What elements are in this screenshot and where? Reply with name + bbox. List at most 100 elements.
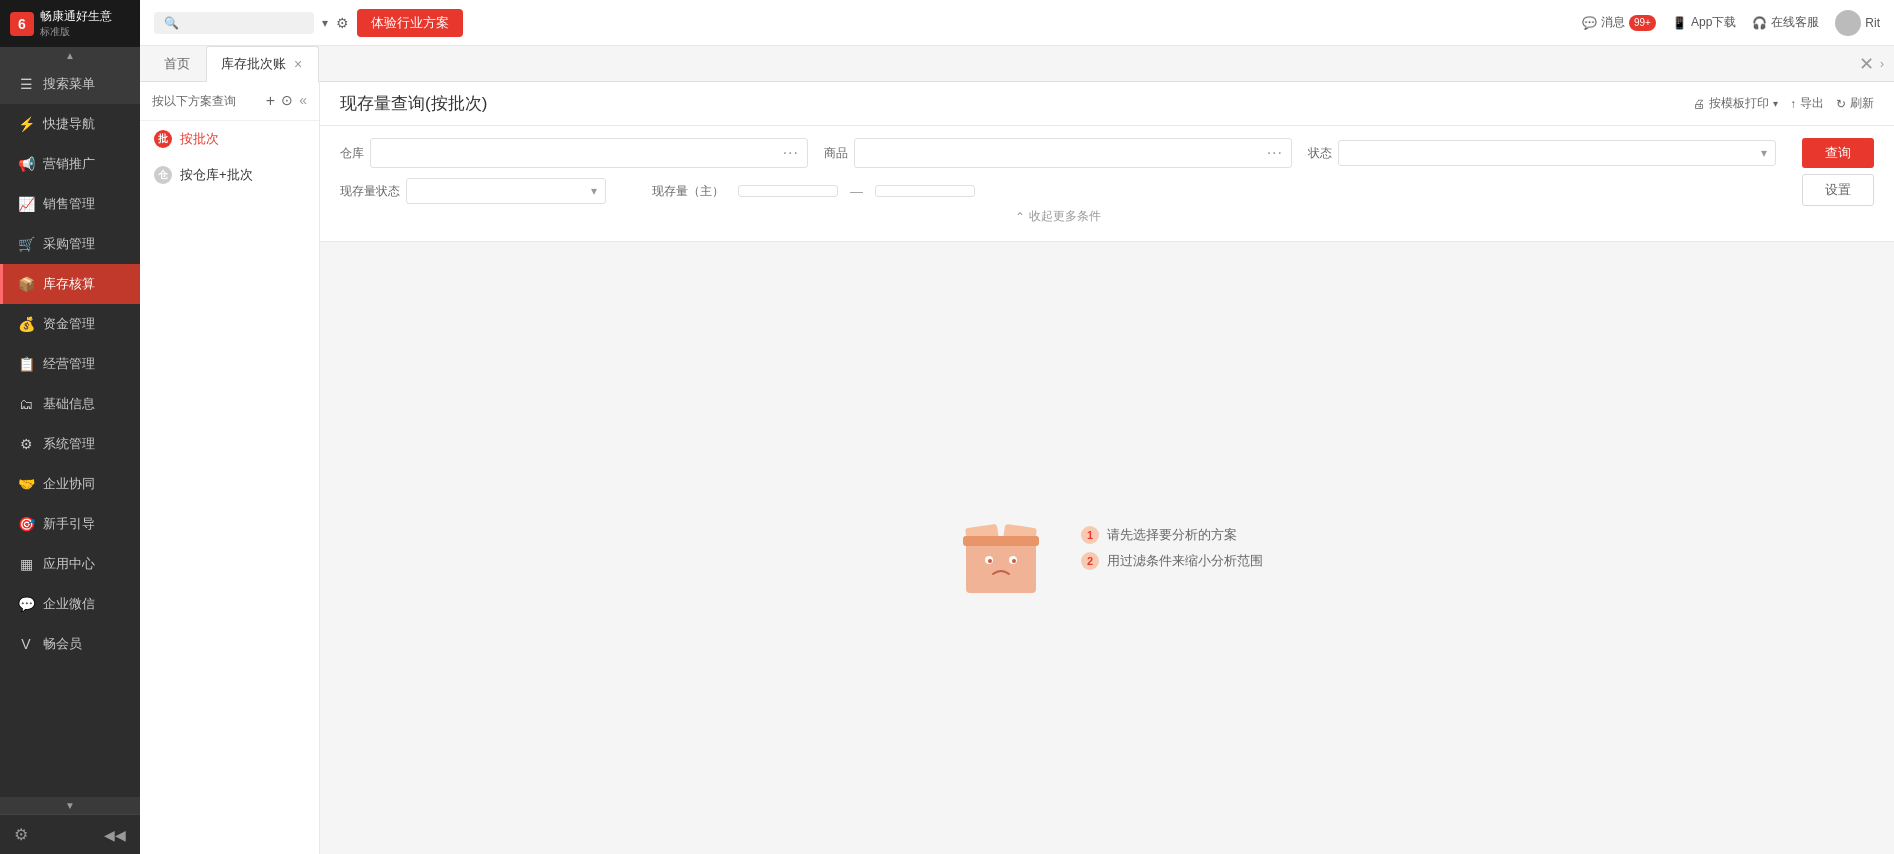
settings-btn[interactable]: 设置 xyxy=(1802,174,1874,206)
messages-badge: 99+ xyxy=(1629,15,1656,31)
messages-icon: 💬 xyxy=(1582,16,1597,30)
product-input[interactable]: ··· xyxy=(854,138,1292,168)
enterprise-icon: 🤝 xyxy=(17,475,35,493)
tip-num-2: 2 xyxy=(1081,552,1099,570)
collapse-left-panel-btn[interactable]: « xyxy=(299,92,307,110)
print-btn[interactable]: 🖨 按模板打印 ▾ xyxy=(1693,95,1778,112)
sidebar-item-enterprise[interactable]: 🤝 企业协同 xyxy=(0,464,140,504)
qty-separator: — xyxy=(850,184,863,199)
tab-close-btn[interactable]: × xyxy=(292,54,304,74)
avatar xyxy=(1835,10,1861,36)
scheme-item-batch[interactable]: 批 按批次 xyxy=(140,121,319,157)
close-panel-btn[interactable]: ✕ xyxy=(1859,53,1874,75)
topbar-gear-btn[interactable]: ⚙ xyxy=(336,15,349,31)
scheme-item-warehouse-batch[interactable]: 仓 按仓库+批次 xyxy=(140,157,319,193)
sidebar-item-inventory[interactable]: 📦 库存核算 xyxy=(0,264,140,304)
topbar-dropdown-btn[interactable]: ▾ xyxy=(322,16,328,30)
topbar-search-icon: 🔍 xyxy=(164,16,179,30)
user-avatar-btn[interactable]: Rit xyxy=(1835,10,1880,36)
sidebar-finance-label: 资金管理 xyxy=(43,315,95,333)
scheme-icon-batch: 批 xyxy=(154,130,172,148)
sidebar-footer: ⚙ ◀◀ xyxy=(0,814,140,854)
inventory-qty-to[interactable] xyxy=(875,185,975,197)
filter-area: 仓库 ··· 商品 ··· xyxy=(320,126,1894,242)
topbar: 🔍 ▾ ⚙ 体验行业方案 💬 消息 99+ 📱 App下载 🎧 在线客服 xyxy=(140,0,1894,46)
vip-icon: V xyxy=(17,635,35,653)
status-filter-label: 状态 xyxy=(1308,145,1332,162)
app-logo: 6 xyxy=(10,12,34,36)
tip-item-1: 1 请先选择要分析的方案 xyxy=(1081,526,1263,544)
newuser-icon: 🎯 xyxy=(17,515,35,533)
warehouse-input[interactable]: ··· xyxy=(370,138,808,168)
scroll-up-arrow[interactable]: ▲ xyxy=(0,47,140,64)
username-label: Rit xyxy=(1865,16,1880,30)
basic-icon: 🗂 xyxy=(17,395,35,413)
query-btn[interactable]: 查询 xyxy=(1802,138,1874,168)
panel-chevron-icon[interactable]: › xyxy=(1880,57,1884,71)
sidebar-item-marketing[interactable]: 📢 营销推广 xyxy=(0,144,140,184)
sidebar-header: 6 畅康通好生意 标准版 xyxy=(0,0,140,47)
wechat-icon: 💬 xyxy=(17,595,35,613)
add-scheme-btn[interactable]: + xyxy=(266,92,275,110)
status-select[interactable]: ▾ xyxy=(1338,140,1776,166)
finance-icon: 💰 xyxy=(17,315,35,333)
sidebar-item-wechat[interactable]: 💬 企业微信 xyxy=(0,584,140,624)
sidebar-item-vip[interactable]: V 畅会员 xyxy=(0,624,140,664)
action-btns: 查询 设置 xyxy=(1802,138,1874,206)
tip-text-1: 请先选择要分析的方案 xyxy=(1107,526,1237,544)
filter-product: 商品 ··· xyxy=(824,138,1292,168)
collapse-filter-icon: ⌃ xyxy=(1015,210,1025,224)
sidebar-item-quicknav[interactable]: ⚡ 快捷导航 xyxy=(0,104,140,144)
collapse-filter-btn[interactable]: ⌃ 收起更多条件 xyxy=(340,204,1776,233)
sidebar-item-sales[interactable]: 📈 销售管理 xyxy=(0,184,140,224)
content-area: 按以下方案查询 + ⊙ « 批 按批次 仓 按仓库+批次 xyxy=(140,82,1894,854)
scheme-label-batch: 按批次 xyxy=(180,130,219,148)
refresh-label: 刷新 xyxy=(1850,95,1874,112)
sidebar-item-appstore[interactable]: ▦ 应用中心 xyxy=(0,544,140,584)
app-name-block: 畅康通好生意 标准版 xyxy=(40,8,112,39)
tab-home[interactable]: 首页 xyxy=(150,46,204,82)
sidebar-wechat-label: 企业微信 xyxy=(43,595,95,613)
empty-illustration xyxy=(951,498,1051,598)
search-icon: ☰ xyxy=(17,75,35,93)
filter-inventory-status: 现存量状态 ▾ xyxy=(340,178,606,204)
filter-row-2: 现存量状态 ▾ 现存量（主） xyxy=(340,178,1776,204)
sidebar-operations-label: 经营管理 xyxy=(43,355,95,373)
collapse-filter-label: 收起更多条件 xyxy=(1029,208,1101,225)
sidebar-nav-list: ☰ 搜索菜单 ⚡ 快捷导航 📢 营销推广 📈 销售管理 🛒 采购管理 📦 库存核… xyxy=(0,64,140,797)
filter-inventory-qty: 现存量（主） — xyxy=(652,183,975,200)
sidebar-appstore-label: 应用中心 xyxy=(43,555,95,573)
sidebar-item-basic[interactable]: 🗂 基础信息 xyxy=(0,384,140,424)
sidebar-item-purchase[interactable]: 🛒 采购管理 xyxy=(0,224,140,264)
collapse-sidebar-icon[interactable]: ◀◀ xyxy=(104,827,126,843)
sidebar-item-search[interactable]: ☰ 搜索菜单 xyxy=(0,64,140,104)
tab-inventory-batch[interactable]: 库存批次账 × xyxy=(206,46,319,82)
operations-icon: 📋 xyxy=(17,355,35,373)
scroll-down-arrow[interactable]: ▼ xyxy=(0,797,140,814)
svg-rect-3 xyxy=(963,536,1039,546)
settings-footer-icon[interactable]: ⚙ xyxy=(14,825,28,844)
sidebar-item-operations[interactable]: 📋 经营管理 xyxy=(0,344,140,384)
status-chevron-icon: ▾ xyxy=(1761,146,1767,160)
marketing-icon: 📢 xyxy=(17,155,35,173)
app-download-icon: 📱 xyxy=(1672,16,1687,30)
right-panel: 现存量查询(按批次) 🖨 按模板打印 ▾ ↑ 导出 ↻ 刷新 xyxy=(320,82,1894,854)
sidebar-quicknav-label: 快捷导航 xyxy=(43,115,95,133)
sidebar-item-system[interactable]: ⚙ 系统管理 xyxy=(0,424,140,464)
scheme-settings-icon[interactable]: ⊙ xyxy=(281,92,293,110)
sidebar-marketing-label: 营销推广 xyxy=(43,155,95,173)
inventory-qty-from[interactable] xyxy=(738,185,838,197)
export-btn[interactable]: ↑ 导出 xyxy=(1790,95,1824,112)
sidebar-inventory-label: 库存核算 xyxy=(43,275,95,293)
sidebar-item-newuser[interactable]: 🎯 新手引导 xyxy=(0,504,140,544)
app-download-btn[interactable]: 📱 App下载 xyxy=(1672,14,1736,31)
refresh-btn[interactable]: ↻ 刷新 xyxy=(1836,95,1874,112)
topbar-search-box[interactable]: 🔍 xyxy=(154,12,314,34)
online-service-btn[interactable]: 🎧 在线客服 xyxy=(1752,14,1819,31)
inventory-status-select[interactable]: ▾ xyxy=(406,178,606,204)
messages-btn[interactable]: 💬 消息 99+ xyxy=(1582,14,1656,31)
sidebar-vip-label: 畅会员 xyxy=(43,635,82,653)
export-label: 导出 xyxy=(1800,95,1824,112)
trial-btn[interactable]: 体验行业方案 xyxy=(357,9,463,37)
sidebar-item-finance[interactable]: 💰 资金管理 xyxy=(0,304,140,344)
